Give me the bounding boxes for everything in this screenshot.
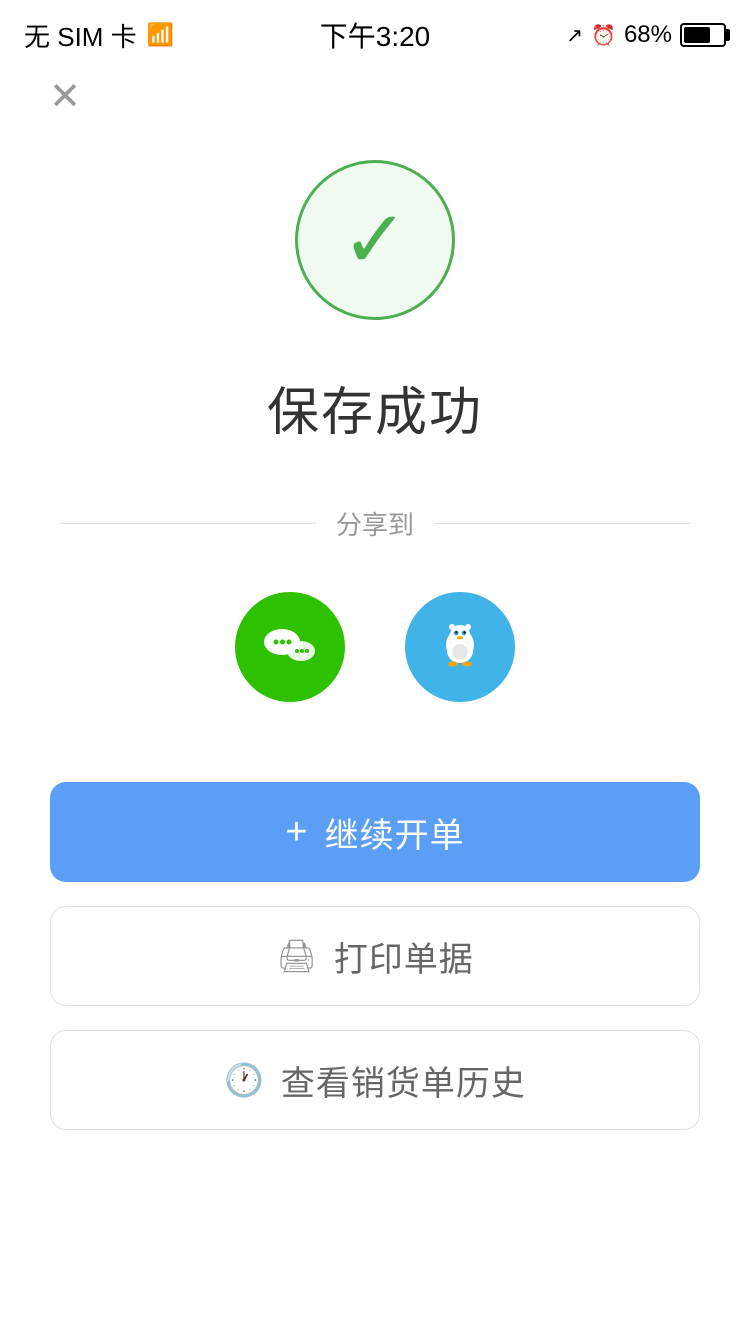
actions-container: + 继续开单 🖨 打印单据 🕐 查看销货单历史 [0,782,750,1130]
share-divider-text: 分享到 [316,505,434,542]
location-icon: ↗ [566,23,583,48]
alarm-icon: ⏰ [591,23,616,48]
battery-percent: 68% [624,21,672,49]
history-label: 查看销货单历史 [281,1056,526,1105]
share-row [235,592,515,702]
success-icon-circle: ✓ [295,160,455,320]
wechat-share-button[interactable] [235,592,345,702]
clock-icon: 🕐 [224,1061,265,1099]
print-receipt-button[interactable]: 🖨 打印单据 [50,906,700,1006]
continue-order-button[interactable]: + 继续开单 [50,782,700,882]
print-icon: 🖨 [276,937,318,975]
status-left: 无 SIM 卡 📶 [24,17,174,54]
checkmark-icon: ✓ [341,200,408,280]
qq-share-button[interactable] [405,592,515,702]
qq-icon [430,617,490,677]
divider-line-left [60,523,316,524]
battery-indicator [680,23,726,47]
wechat-icon [258,615,323,680]
status-time: 下午3:20 [320,15,431,55]
main-content: ✓ 保存成功 分享到 [0,60,750,1130]
print-label: 打印单据 [334,932,474,981]
status-bar: 无 SIM 卡 📶 下午3:20 ↗ ⏰ 68% [0,0,750,60]
close-button[interactable]: ✕ [40,72,90,122]
status-right: ↗ ⏰ 68% [566,21,726,49]
view-history-button[interactable]: 🕐 查看销货单历史 [50,1030,700,1130]
divider-line-right [434,523,690,524]
close-icon: ✕ [49,78,81,116]
success-title: 保存成功 [267,370,483,445]
continue-order-label: 继续开单 [325,808,465,857]
share-divider-row: 分享到 [0,505,750,542]
wifi-icon: 📶 [147,22,174,48]
no-sim-text: 无 SIM 卡 [24,17,137,54]
plus-icon: + [285,813,308,851]
